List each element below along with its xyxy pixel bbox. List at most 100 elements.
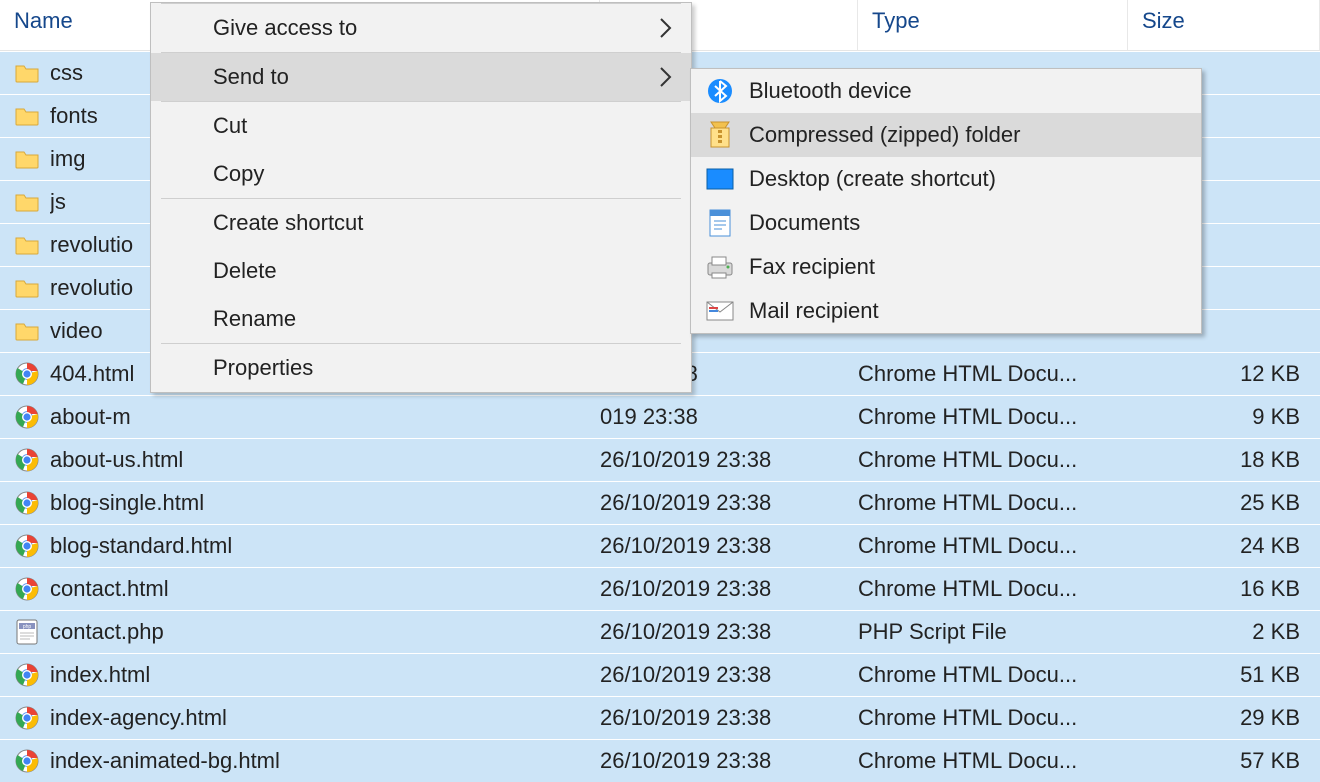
context-menu: Give access to Send to Cut Copy Create short… [150, 2, 692, 393]
menu-item-label: Delete [213, 258, 277, 284]
menu-item[interactable]: Create shortcut [151, 199, 691, 247]
file-date: 26/10/2019 23:38 [600, 662, 858, 688]
file-name: contact.html [50, 576, 169, 602]
file-size: 57 KB [1128, 748, 1320, 774]
menu-item-label: Cut [213, 113, 247, 139]
file-name: revolutio [50, 232, 133, 258]
folder-icon [14, 275, 40, 301]
menu-item[interactable]: Properties [151, 344, 691, 392]
menu-item[interactable]: Rename [151, 295, 691, 343]
folder-icon [14, 103, 40, 129]
file-name: js [50, 189, 66, 215]
svg-text:php: php [23, 624, 32, 630]
zip-icon [705, 120, 735, 150]
submenu-item-label: Bluetooth device [749, 78, 912, 104]
menu-item-label: Give access to [213, 15, 357, 41]
file-type: Chrome HTML Docu... [858, 404, 1128, 430]
chrome-icon [14, 404, 40, 430]
menu-item-label: Copy [213, 161, 264, 187]
submenu-item[interactable]: Bluetooth device [691, 69, 1201, 113]
file-name: fonts [50, 103, 98, 129]
mail-icon [705, 296, 735, 326]
file-name: index-agency.html [50, 705, 227, 731]
submenu-item[interactable]: Fax recipient [691, 245, 1201, 289]
column-header-size[interactable]: Size [1128, 0, 1320, 50]
menu-item[interactable]: Send to [151, 53, 691, 101]
file-size: 51 KB [1128, 662, 1320, 688]
submenu-item[interactable]: Desktop (create shortcut) [691, 157, 1201, 201]
file-name: blog-single.html [50, 490, 204, 516]
table-row[interactable]: index.html 26/10/2019 23:38Chrome HTML Do… [0, 653, 1320, 696]
file-date: 26/10/2019 23:38 [600, 447, 858, 473]
file-name: video [50, 318, 103, 344]
menu-item-label: Send to [213, 64, 289, 90]
menu-item[interactable]: Delete [151, 247, 691, 295]
menu-item[interactable]: Cut [151, 102, 691, 150]
table-row[interactable]: about-m 019 23:38Chrome HTML Docu...9 KB [0, 395, 1320, 438]
file-type: Chrome HTML Docu... [858, 662, 1128, 688]
table-row[interactable]: blog-single.html 26/10/2019 23:38Chrome H… [0, 481, 1320, 524]
table-row[interactable]: blog-standard.html 26/10/2019 23:38Chrome… [0, 524, 1320, 567]
chrome-icon [14, 533, 40, 559]
file-size: 2 KB [1128, 619, 1320, 645]
file-date: 26/10/2019 23:38 [600, 533, 858, 559]
folder-icon [14, 318, 40, 344]
submenu-item-label: Compressed (zipped) folder [749, 122, 1020, 148]
file-type: Chrome HTML Docu... [858, 490, 1128, 516]
table-row[interactable]: php contact.php 26/10/2019 23:38PHP Script… [0, 610, 1320, 653]
file-name: contact.php [50, 619, 164, 645]
desktop-icon [705, 164, 735, 194]
file-name: index.html [50, 662, 150, 688]
chrome-icon [14, 705, 40, 731]
chrome-icon [14, 576, 40, 602]
file-size: 16 KB [1128, 576, 1320, 602]
folder-icon [14, 60, 40, 86]
submenu-item[interactable]: Mail recipient [691, 289, 1201, 333]
bluetooth-icon [705, 76, 735, 106]
file-size: 24 KB [1128, 533, 1320, 559]
file-date: 019 23:38 [600, 404, 858, 430]
file-date: 26/10/2019 23:38 [600, 576, 858, 602]
file-name: about-m [50, 404, 131, 430]
chrome-icon [14, 490, 40, 516]
table-row[interactable]: index-agency.html 26/10/2019 23:38Chrome … [0, 696, 1320, 739]
file-name: css [50, 60, 83, 86]
table-row[interactable]: index-animated-bg.html26/10/2019 23:38Ch… [0, 739, 1320, 782]
submenu-item[interactable]: Compressed (zipped) folder [691, 113, 1201, 157]
chrome-icon [14, 662, 40, 688]
file-date: 26/10/2019 23:38 [600, 490, 858, 516]
chrome-icon [14, 748, 40, 774]
folder-icon [14, 189, 40, 215]
file-date: 26/10/2019 23:38 [600, 619, 858, 645]
file-name: about-us.html [50, 447, 183, 473]
menu-item-label: Properties [213, 355, 313, 381]
file-size: 9 KB [1128, 404, 1320, 430]
file-type: PHP Script File [858, 619, 1128, 645]
submenu-item-label: Documents [749, 210, 860, 236]
sendto-submenu: Bluetooth device Compressed (zipped) fold… [690, 68, 1202, 334]
file-type: Chrome HTML Docu... [858, 705, 1128, 731]
file-date: 26/10/2019 23:38 [600, 748, 858, 774]
file-type: Chrome HTML Docu... [858, 748, 1128, 774]
file-type: Chrome HTML Docu... [858, 576, 1128, 602]
file-name: blog-standard.html [50, 533, 232, 559]
php-icon: php [14, 619, 40, 645]
file-date: 26/10/2019 23:38 [600, 705, 858, 731]
file-name: 404.html [50, 361, 134, 387]
table-row[interactable]: contact.html 26/10/2019 23:38Chrome HTML … [0, 567, 1320, 610]
table-row[interactable]: about-us.html 26/10/2019 23:38Chrome HTML… [0, 438, 1320, 481]
menu-item[interactable]: Give access to [151, 4, 691, 52]
menu-item[interactable]: Copy [151, 150, 691, 198]
submenu-item[interactable]: Documents [691, 201, 1201, 245]
file-type: Chrome HTML Docu... [858, 533, 1128, 559]
chrome-icon [14, 361, 40, 387]
submenu-item-label: Desktop (create shortcut) [749, 166, 996, 192]
file-size: 12 KB [1128, 361, 1320, 387]
menu-item-label: Create shortcut [213, 210, 363, 236]
file-size: 18 KB [1128, 447, 1320, 473]
file-name: revolutio [50, 275, 133, 301]
file-type: Chrome HTML Docu... [858, 447, 1128, 473]
chevron-right-icon [659, 66, 673, 88]
menu-item-label: Rename [213, 306, 296, 332]
column-header-type[interactable]: Type [858, 0, 1128, 50]
